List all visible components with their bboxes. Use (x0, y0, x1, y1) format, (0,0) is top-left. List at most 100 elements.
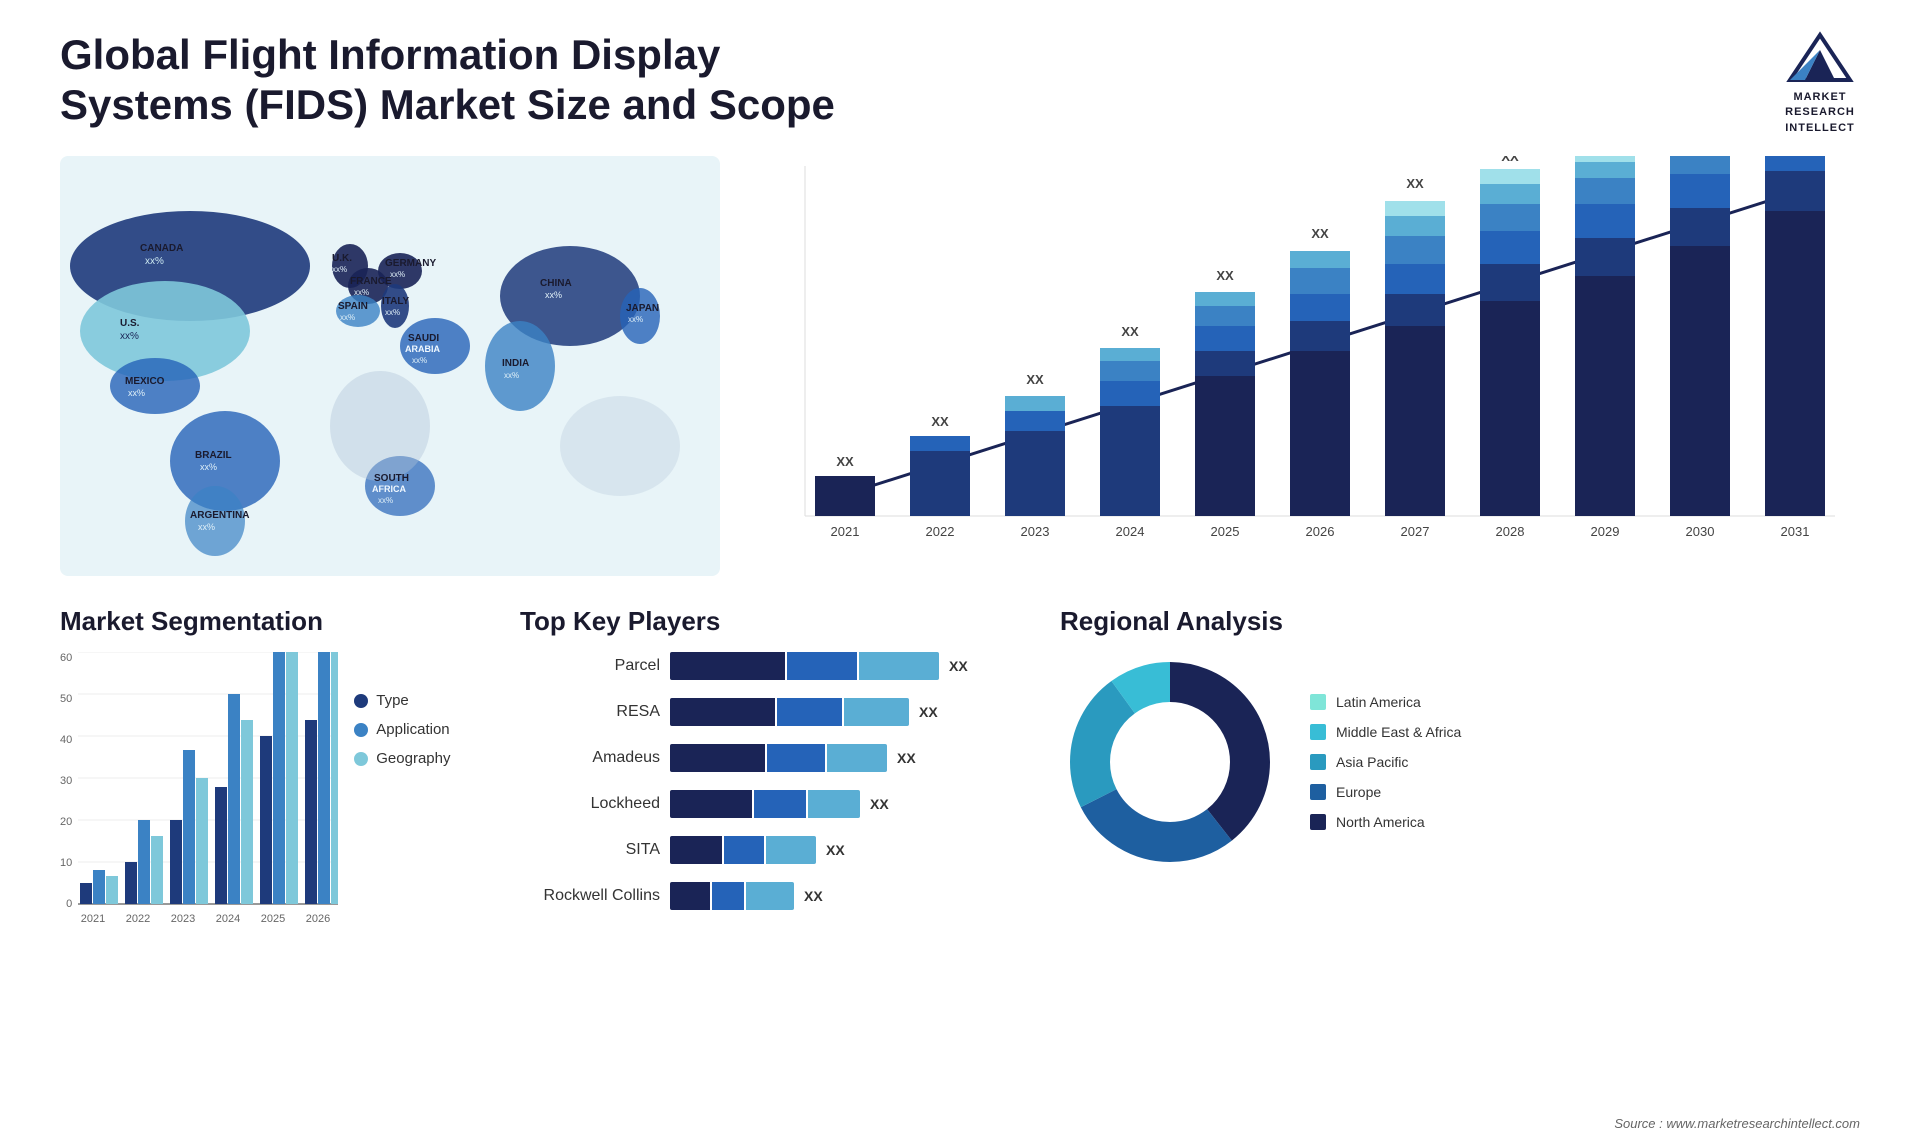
player-value-parcel: XX (949, 658, 968, 674)
legend-type-label: Type (376, 692, 409, 709)
bar-2023-dark (1005, 431, 1065, 516)
logo-block: MARKETRESEARCHINTELLECT (1780, 30, 1860, 136)
donut-chart (1060, 652, 1280, 872)
player-name-lockheed: Lockheed (520, 795, 660, 813)
svg-text:XX: XX (1501, 156, 1519, 164)
svg-text:xx%: xx% (128, 388, 145, 398)
y-axis: 60 50 40 30 20 10 0 (60, 652, 78, 912)
svg-text:xx%: xx% (545, 290, 562, 300)
map-label-italy: ITALY (382, 296, 410, 307)
bar-2025-dark (1195, 376, 1255, 516)
svg-text:2027: 2027 (1401, 524, 1430, 539)
svg-text:XX: XX (836, 454, 854, 469)
map-label-us: U.S. (120, 318, 140, 329)
legend-application: Application (354, 721, 450, 738)
latam-dot (1310, 694, 1326, 710)
regional-legend-northam: North America (1310, 814, 1461, 830)
regional-content: Latin America Middle East & Africa Asia … (1060, 652, 1860, 872)
header: Global Flight Information Display System… (60, 30, 1860, 136)
svg-text:2022: 2022 (126, 913, 150, 925)
svg-text:XX: XX (931, 414, 949, 429)
donut-svg (1060, 652, 1280, 872)
player-value-amadeus: XX (897, 750, 916, 766)
player-bar-lockheed: XX (670, 790, 889, 818)
bar-2021-dark (815, 476, 875, 516)
legend-type: Type (354, 692, 450, 709)
segmentation-title: Market Segmentation (60, 606, 480, 637)
page-container: Global Flight Information Display System… (0, 0, 1920, 1146)
title-block: Global Flight Information Display System… (60, 30, 860, 131)
map-label-india: INDIA (502, 358, 529, 369)
svg-text:2021: 2021 (831, 524, 860, 539)
player-value-rockwell: XX (804, 888, 823, 904)
growth-chart-section: XX 2021 XX 2022 XX 2023 XX 2024 (750, 156, 1860, 586)
latam-label: Latin America (1336, 694, 1421, 710)
bar-2024-dark (1100, 406, 1160, 516)
player-bar-parcel: XX (670, 652, 968, 680)
legend-geography: Geography (354, 750, 450, 767)
svg-text:xx%: xx% (385, 308, 400, 317)
map-label-mexico: MEXICO (125, 376, 165, 387)
europe-dot (1310, 784, 1326, 800)
player-bar-resa: XX (670, 698, 938, 726)
svg-text:2026: 2026 (1306, 524, 1335, 539)
apac-dot (1310, 754, 1326, 770)
page-title: Global Flight Information Display System… (60, 30, 860, 131)
mea-dot (1310, 724, 1326, 740)
player-name-resa: RESA (520, 703, 660, 721)
legend-application-label: Application (376, 721, 449, 738)
brand-logo-icon (1780, 30, 1860, 90)
svg-text:2025: 2025 (261, 913, 285, 925)
svg-text:2023: 2023 (1021, 524, 1050, 539)
segmentation-section: Market Segmentation 60 50 40 30 20 10 0 (60, 606, 480, 1006)
map-label-saudi: SAUDI (408, 333, 439, 344)
legend-geography-label: Geography (376, 750, 450, 767)
players-section: Top Key Players Parcel XX RESA (520, 606, 1020, 1006)
player-row-amadeus: Amadeus XX (520, 744, 1020, 772)
svg-text:2025: 2025 (1211, 524, 1240, 539)
svg-text:xx%: xx% (340, 313, 355, 322)
svg-text:2030: 2030 (1686, 524, 1715, 539)
svg-text:2024: 2024 (216, 913, 240, 925)
svg-text:xx%: xx% (412, 356, 427, 365)
svg-text:XX: XX (1311, 226, 1329, 241)
player-value-sita: XX (826, 842, 845, 858)
svg-text:2022: 2022 (926, 524, 955, 539)
apac-label: Asia Pacific (1336, 754, 1408, 770)
regional-section: Regional Analysis (1060, 606, 1860, 1006)
regional-title: Regional Analysis (1060, 606, 1860, 637)
player-row-lockheed: Lockheed XX (520, 790, 1020, 818)
map-label-spain: SPAIN (338, 301, 368, 312)
segmentation-chart-svg: 2021 2022 2023 2024 2025 2026 (78, 652, 338, 932)
map-label-brazil: BRAZIL (195, 450, 232, 461)
northam-label: North America (1336, 814, 1425, 830)
svg-text:2031: 2031 (1781, 524, 1810, 539)
growth-chart-svg: XX 2021 XX 2022 XX 2023 XX 2024 (750, 156, 1860, 576)
svg-text:xx%: xx% (120, 331, 139, 342)
svg-text:XX: XX (1216, 268, 1234, 283)
europe-label: Europe (1336, 784, 1381, 800)
regional-legend-europe: Europe (1310, 784, 1461, 800)
svg-text:2024: 2024 (1116, 524, 1145, 539)
regional-legend: Latin America Middle East & Africa Asia … (1310, 694, 1461, 830)
player-bar-amadeus: XX (670, 744, 916, 772)
svg-text:2026: 2026 (306, 913, 330, 925)
svg-text:2029: 2029 (1591, 524, 1620, 539)
player-value-resa: XX (919, 704, 938, 720)
player-row-sita: SITA XX (520, 836, 1020, 864)
legend-application-dot (354, 723, 368, 737)
svg-text:xx%: xx% (628, 315, 643, 324)
player-row-resa: RESA XX (520, 698, 1020, 726)
map-label-japan: JAPAN (626, 303, 659, 314)
bottom-row: Market Segmentation 60 50 40 30 20 10 0 (60, 606, 1860, 1006)
player-list: Parcel XX RESA XX (520, 652, 1020, 910)
map-label-france: FRANCE (350, 276, 392, 287)
svg-text:xx%: xx% (200, 462, 217, 472)
svg-text:xx%: xx% (198, 522, 215, 532)
regional-legend-mea: Middle East & Africa (1310, 724, 1461, 740)
northam-dot (1310, 814, 1326, 830)
player-name-parcel: Parcel (520, 657, 660, 675)
map-label-argentina: ARGENTINA (190, 510, 249, 521)
svg-text:2021: 2021 (81, 913, 105, 925)
bar-2026-dark (1290, 351, 1350, 516)
